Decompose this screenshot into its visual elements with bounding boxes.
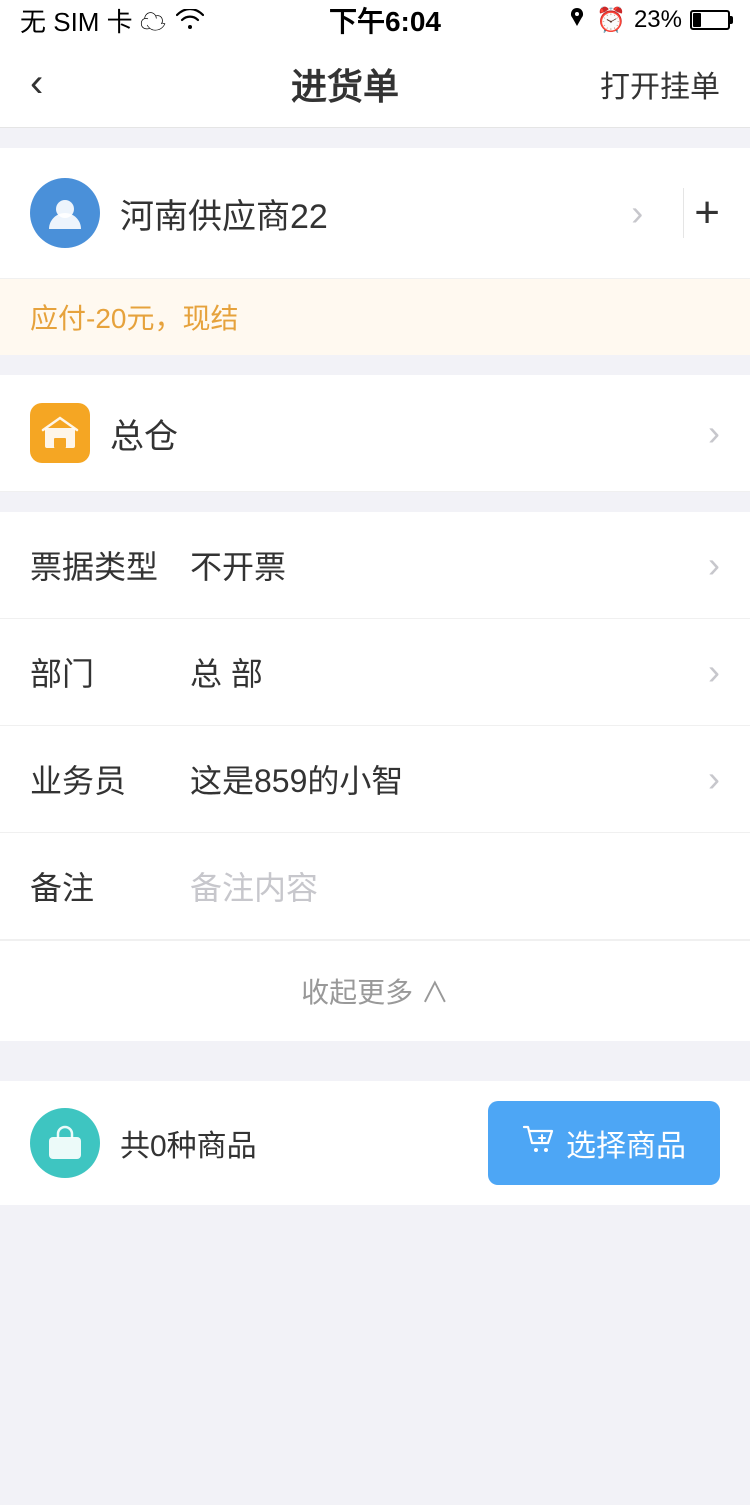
- select-product-label: 选择商品: [566, 1121, 686, 1165]
- product-bar: 共0种商品 选择商品: [0, 1081, 750, 1205]
- warehouse-row[interactable]: 总仓 ›: [0, 375, 750, 492]
- supplier-avatar: [30, 178, 100, 248]
- salesperson-value: 这是859的小智: [180, 756, 708, 802]
- select-product-button[interactable]: 选择商品: [488, 1101, 720, 1185]
- ticket-type-label: 票据类型: [30, 542, 180, 588]
- warehouse-chevron-icon: ›: [708, 412, 720, 454]
- section-gap-3: [0, 492, 750, 512]
- product-bag-icon: [30, 1108, 100, 1178]
- supplier-row[interactable]: 河南供应商22 › +: [0, 148, 750, 279]
- product-count: 共0种商品: [120, 1121, 488, 1165]
- remark-input[interactable]: 备注内容: [180, 863, 720, 909]
- salesperson-row[interactable]: 业务员 这是859的小智 ›: [0, 726, 750, 833]
- sim-signal: 无 SIM 卡 ☁: [20, 2, 166, 39]
- status-time: 下午6:04: [329, 0, 441, 40]
- nav-bar: ‹ 进货单 打开挂单: [0, 40, 750, 128]
- page-title: 进货单: [291, 58, 399, 110]
- warehouse-label: 总仓: [110, 409, 708, 458]
- department-label: 部门: [30, 649, 180, 695]
- ticket-type-value: 不开票: [180, 542, 708, 588]
- ticket-type-row[interactable]: 票据类型 不开票 ›: [0, 512, 750, 619]
- section-gap-2: [0, 355, 750, 375]
- back-button[interactable]: ‹: [30, 61, 90, 106]
- open-pending-button[interactable]: 打开挂单: [600, 62, 720, 106]
- department-row[interactable]: 部门 总 部 ›: [0, 619, 750, 726]
- supplier-card: 河南供应商22 › + 应付-20元，现结: [0, 148, 750, 355]
- battery-percent: 23%: [634, 6, 682, 34]
- section-gap-4: [0, 1041, 750, 1061]
- department-chevron-icon: ›: [708, 651, 720, 693]
- warehouse-card: 总仓 ›: [0, 375, 750, 492]
- salesperson-label: 业务员: [30, 756, 180, 802]
- bottom-background: [0, 1205, 750, 1505]
- ticket-type-chevron-icon: ›: [708, 544, 720, 586]
- section-gap-1: [0, 128, 750, 148]
- collapse-button[interactable]: 收起更多 ∧: [0, 940, 750, 1041]
- salesperson-chevron-icon: ›: [708, 758, 720, 800]
- remark-label: 备注: [30, 863, 180, 909]
- supplier-name: 河南供应商22: [120, 189, 631, 238]
- add-supplier-button[interactable]: +: [694, 188, 720, 238]
- battery-icon: [690, 10, 730, 30]
- remark-row[interactable]: 备注 备注内容: [0, 833, 750, 940]
- wifi-icon: [176, 5, 204, 36]
- cart-icon: [522, 1125, 556, 1161]
- supplier-divider: [683, 188, 684, 238]
- warehouse-icon: [30, 403, 90, 463]
- department-value: 总 部: [180, 649, 708, 695]
- status-left: 无 SIM 卡 ☁: [20, 2, 204, 39]
- status-bar: 无 SIM 卡 ☁ 下午6:04 ⏰ 23%: [0, 0, 750, 40]
- alarm-icon: ⏰: [596, 6, 626, 35]
- notice-bar: 应付-20元，现结: [0, 279, 750, 355]
- status-right: ⏰ 23%: [566, 6, 730, 35]
- form-card: 票据类型 不开票 › 部门 总 部 › 业务员 这是859的小智 › 备注 备注…: [0, 512, 750, 1041]
- location-icon: [566, 6, 588, 35]
- supplier-chevron-icon: ›: [631, 192, 643, 234]
